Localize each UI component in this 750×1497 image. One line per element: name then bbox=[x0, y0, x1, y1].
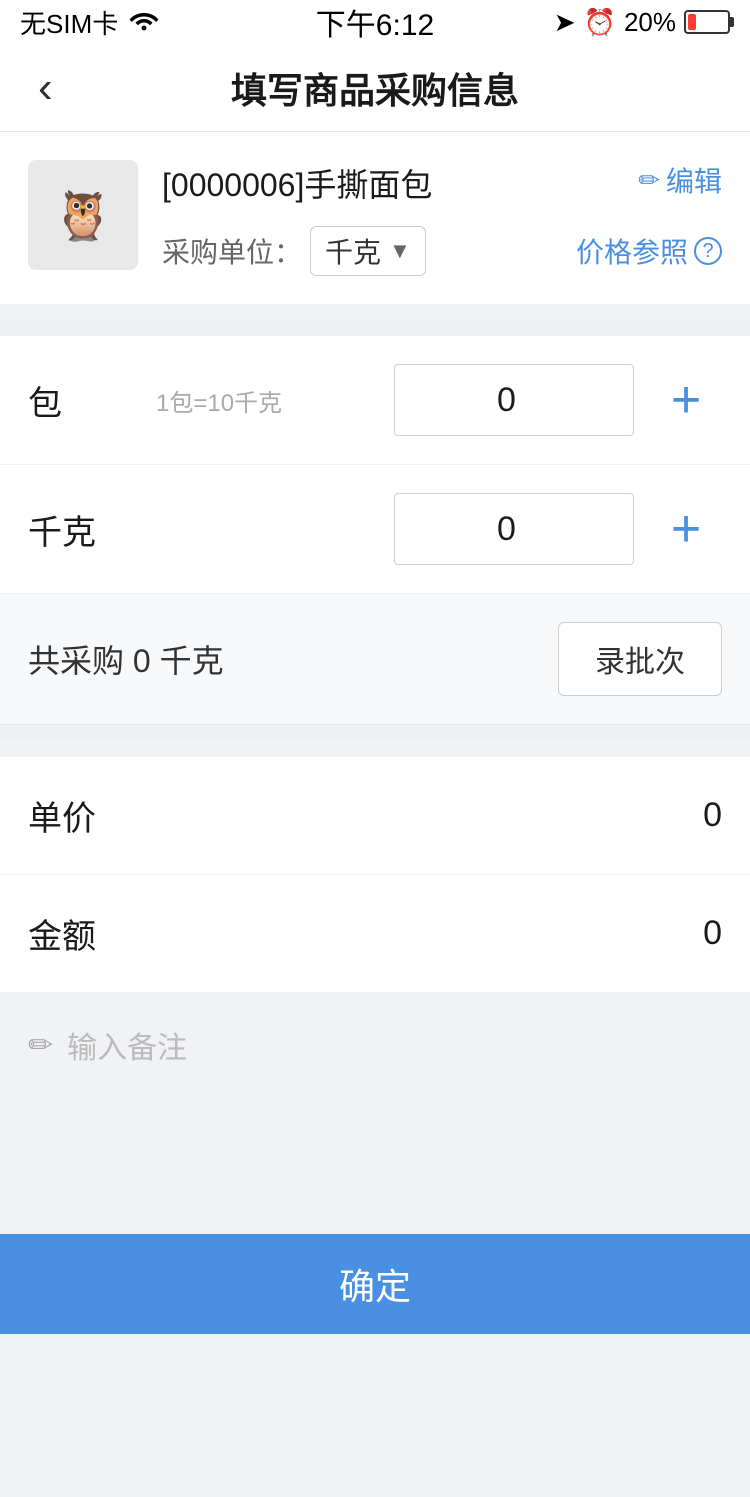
dropdown-arrow-icon: ▼ bbox=[389, 238, 411, 264]
pack-input[interactable] bbox=[394, 364, 634, 436]
input-section: 包 1包=10千克 + 千克 + 共采购 0 千克 录批次 bbox=[0, 336, 750, 725]
kg-label: 千克 bbox=[28, 505, 148, 554]
unit-price-value: 0 bbox=[703, 796, 722, 835]
summary-text: 共采购 0 千克 bbox=[28, 636, 224, 682]
unit-price-row: 单价 0 bbox=[0, 757, 750, 875]
location-icon: ➤ bbox=[554, 7, 576, 38]
product-unit-row: 采购单位： 千克 ▼ 价格参照 ? bbox=[162, 226, 722, 276]
kg-input-row: 千克 + bbox=[0, 465, 750, 594]
price-section: 单价 0 金额 0 bbox=[0, 757, 750, 993]
pack-plus-button[interactable]: + bbox=[650, 364, 722, 436]
product-logo: 🦉 bbox=[53, 187, 113, 244]
edit-icon: ✏ bbox=[638, 165, 660, 196]
price-ref-button[interactable]: 价格参照 ? bbox=[576, 231, 722, 271]
page-title: 填写商品采购信息 bbox=[231, 62, 519, 114]
note-section[interactable]: ✏ 输入备注 bbox=[0, 993, 750, 1097]
alarm-icon: ⏰ bbox=[584, 7, 616, 38]
product-image: 🦉 bbox=[28, 160, 138, 270]
kg-plus-button[interactable]: + bbox=[650, 493, 722, 565]
product-info: [0000006]手撕面包 ✏ 编辑 采购单位： 千克 ▼ 价格参照 bbox=[162, 160, 722, 276]
pack-field-wrap: + bbox=[282, 364, 722, 436]
product-name: [0000006]手撕面包 bbox=[162, 160, 432, 206]
back-button[interactable]: ‹ bbox=[28, 56, 63, 120]
status-left: 无SIM卡 bbox=[20, 4, 160, 41]
confirm-button[interactable]: 确定 bbox=[339, 1258, 411, 1310]
wifi-icon bbox=[128, 7, 160, 38]
question-icon: ? bbox=[694, 237, 722, 265]
kg-field-wrap: + bbox=[148, 493, 722, 565]
nav-bar: ‹ 填写商品采购信息 bbox=[0, 44, 750, 132]
pack-sub-label: 1包=10千克 bbox=[156, 383, 282, 418]
summary-unit: 千克 bbox=[160, 643, 224, 679]
battery-icon bbox=[684, 10, 730, 34]
batch-button[interactable]: 录批次 bbox=[558, 622, 722, 696]
amount-value: 0 bbox=[703, 914, 722, 953]
status-time: 下午6:12 bbox=[316, 0, 434, 44]
edit-button[interactable]: ✏ 编辑 bbox=[638, 160, 722, 200]
product-card: 🦉 [0000006]手撕面包 ✏ 编辑 采购单位： 千克 ▼ bbox=[0, 132, 750, 304]
status-right: ➤ ⏰ 20% bbox=[554, 7, 730, 38]
section-divider-1 bbox=[0, 320, 750, 336]
unit-value: 千克 bbox=[325, 231, 381, 271]
summary-row: 共采购 0 千克 录批次 bbox=[0, 594, 750, 725]
product-header: [0000006]手撕面包 ✏ 编辑 bbox=[162, 160, 722, 206]
amount-label: 金额 bbox=[28, 909, 96, 958]
edit-label: 编辑 bbox=[666, 160, 722, 200]
pack-input-row: 包 1包=10千克 + bbox=[0, 336, 750, 465]
unit-price-label: 单价 bbox=[28, 791, 96, 840]
confirm-bar[interactable]: 确定 bbox=[0, 1234, 750, 1334]
price-ref-label: 价格参照 bbox=[576, 231, 688, 271]
note-placeholder: 输入备注 bbox=[67, 1023, 187, 1067]
unit-select[interactable]: 千克 ▼ bbox=[310, 226, 426, 276]
battery-percent: 20% bbox=[624, 7, 676, 38]
carrier-label: 无SIM卡 bbox=[20, 4, 118, 41]
status-bar: 无SIM卡 下午6:12 ➤ ⏰ 20% bbox=[0, 0, 750, 44]
kg-input[interactable] bbox=[394, 493, 634, 565]
pack-label: 包 bbox=[28, 376, 148, 425]
summary-amount: 0 bbox=[133, 643, 151, 679]
amount-row: 金额 0 bbox=[0, 875, 750, 993]
section-divider-2 bbox=[0, 725, 750, 741]
unit-label: 采购单位： bbox=[162, 231, 302, 271]
pencil-icon: ✏ bbox=[28, 1028, 53, 1063]
summary-label: 共采购 bbox=[28, 643, 124, 679]
